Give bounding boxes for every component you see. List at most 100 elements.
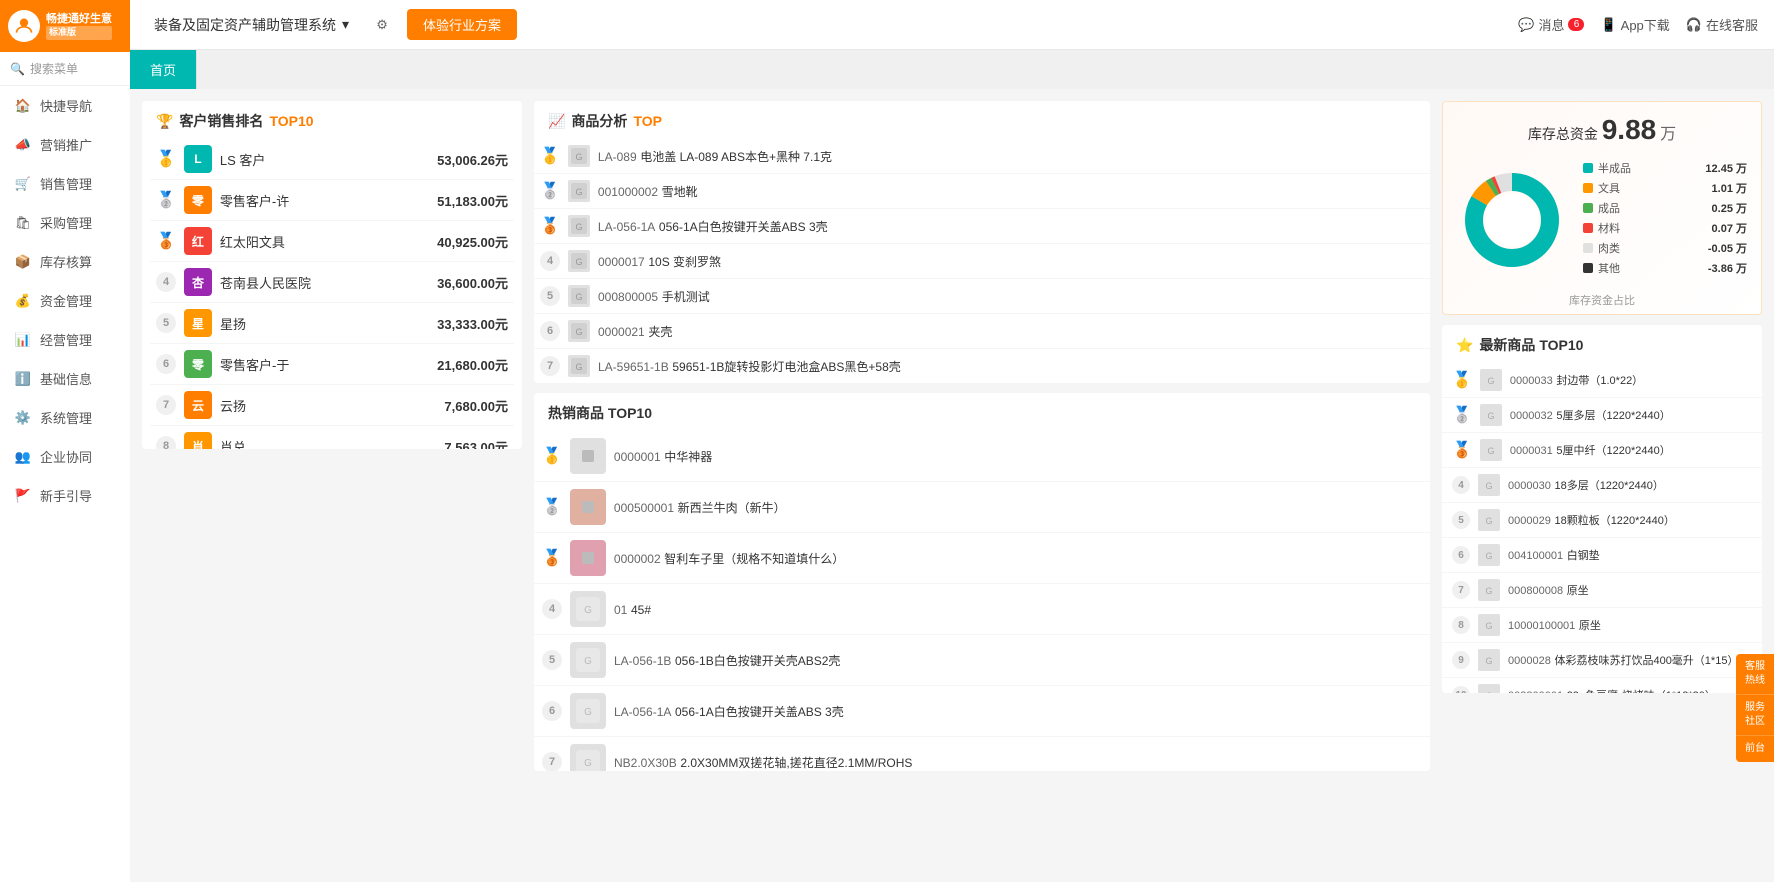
sidebar-label-quicknav: 快捷导航 bbox=[40, 96, 92, 115]
svg-text:G: G bbox=[1485, 621, 1492, 631]
new-product-thumb: G bbox=[1478, 579, 1500, 601]
legend-label: 半成品 bbox=[1598, 160, 1700, 176]
app-download-link[interactable]: 📱 App下载 bbox=[1600, 15, 1669, 34]
product-name: 056-1A白色按键开关盖ABS 3壳 bbox=[659, 220, 828, 234]
new-products-list: 🥇 G 0000033 封边带（1.0*22） 🥈 G 0000032 5厘多层… bbox=[1442, 363, 1762, 693]
svg-text:G: G bbox=[1487, 376, 1494, 386]
svg-text:G: G bbox=[1487, 446, 1494, 456]
new-product-thumb: G bbox=[1478, 614, 1500, 636]
legend-value: 0.07 万 bbox=[1712, 220, 1747, 236]
product-name: 新西兰牛肉（新牛） bbox=[678, 501, 786, 515]
new-product-name: 原坐 bbox=[1579, 620, 1601, 632]
product-thumbnail-placeholder: G bbox=[570, 591, 606, 627]
new-product-thumb: G bbox=[1480, 369, 1502, 391]
product-thumbnail-placeholder: G bbox=[570, 744, 606, 771]
sidebar-search[interactable]: 🔍 搜索菜单 bbox=[0, 52, 130, 86]
legend-dot bbox=[1583, 223, 1593, 233]
rank-item: 5 星 星扬 33,333.00元 bbox=[150, 303, 514, 344]
product-info: 0000021 夹壳 bbox=[598, 323, 1424, 340]
product-name: 59651-1B旋转投影灯电池盒ABS黑色+58壳 bbox=[672, 360, 900, 374]
product-code: 0000021 bbox=[598, 325, 645, 339]
rank-num: 7 bbox=[542, 752, 562, 771]
top-customers-card: 🏆 客户销售排名 TOP10 🥇 L LS 客户 53,006.26元 🥈 零 … bbox=[142, 101, 522, 449]
sidebar-item-basic[interactable]: ℹ️ 基础信息 bbox=[0, 359, 130, 398]
sidebar-label-inventory: 库存核算 bbox=[40, 252, 92, 271]
experience-button[interactable]: 体验行业方案 bbox=[407, 9, 517, 40]
sidebar-item-inventory[interactable]: 📦 库存核算 bbox=[0, 242, 130, 281]
legend-item: 成品 0.25 万 bbox=[1583, 200, 1747, 216]
sidebar-item-system[interactable]: ⚙️ 系统管理 bbox=[0, 398, 130, 437]
message-link[interactable]: 💬 消息 6 bbox=[1518, 15, 1584, 34]
legend-label: 成品 bbox=[1598, 200, 1707, 216]
svg-text:G: G bbox=[575, 222, 582, 232]
chart-icon: 📊 bbox=[14, 331, 32, 349]
app-download-label: App下载 bbox=[1621, 15, 1670, 34]
tab-home[interactable]: 首页 bbox=[130, 50, 197, 89]
legend-value: 1.01 万 bbox=[1712, 180, 1747, 196]
message-icon: 💬 bbox=[1518, 17, 1534, 33]
float-community[interactable]: 服务 社区 bbox=[1736, 695, 1774, 736]
megaphone-icon: 📣 bbox=[14, 136, 32, 154]
rank-list-inner: 🥇 L LS 客户 53,006.26元 🥈 零 零售客户-许 51,183.0… bbox=[142, 139, 522, 449]
sidebar-item-operations[interactable]: 📊 经营管理 bbox=[0, 320, 130, 359]
product-thumbnail bbox=[570, 540, 606, 576]
gear-icon: ⚙️ bbox=[14, 409, 32, 427]
customer-avatar: L bbox=[184, 145, 212, 173]
customer-rank-list: 🥇 L LS 客户 53,006.26元 🥈 零 零售客户-许 51,183.0… bbox=[142, 139, 522, 449]
float-hotline[interactable]: 客服 热线 bbox=[1736, 654, 1774, 695]
logo-icon bbox=[8, 10, 40, 42]
customer-value: 40,925.00元 bbox=[437, 232, 508, 251]
rank-num: 4 bbox=[540, 251, 560, 271]
page-content: 🏆 客户销售排名 TOP10 🥇 L LS 客户 53,006.26元 🥈 零 … bbox=[130, 89, 1774, 882]
hot-product-info: LA-056-1A 056-1A白色按键开关盖ABS 3壳 bbox=[614, 703, 1422, 720]
sidebar-item-marketing[interactable]: 📣 营销推广 bbox=[0, 125, 130, 164]
sidebar-item-sales[interactable]: 🛒 销售管理 bbox=[0, 164, 130, 203]
message-label: 消息 bbox=[1538, 15, 1564, 34]
rank-icon: 🥉 bbox=[542, 548, 562, 568]
product-img: G bbox=[568, 180, 590, 202]
settings-button[interactable]: ⚙ bbox=[367, 10, 397, 40]
new-products-title: ⭐ 最新商品 TOP10 bbox=[1442, 325, 1762, 363]
new-product-item: 7 G 000800008 原坐 bbox=[1442, 573, 1762, 608]
new-product-code: 0000029 bbox=[1508, 515, 1551, 527]
sidebar-item-guide[interactable]: 🚩 新手引导 bbox=[0, 476, 130, 515]
rank-num: 7 bbox=[1452, 581, 1470, 599]
medal-gold: 🥇 bbox=[156, 149, 176, 169]
sidebar-item-purchase[interactable]: 🛍 采购管理 bbox=[0, 203, 130, 242]
hot-products-list: 🥇 0000001 中华神器 🥈 000500001 新西兰牛肉（新牛） 🥉 0… bbox=[534, 431, 1430, 771]
product-name: 夹壳 bbox=[648, 325, 672, 339]
sidebar-label-purchase: 采购管理 bbox=[40, 213, 92, 232]
medal-bronze: 🥉 bbox=[156, 231, 176, 251]
product-thumbnail-placeholder: G bbox=[570, 642, 606, 678]
hot-product-item: 7 G NB2.0X30B 2.0X30MM双搓花轴,搓花直径2.1MM/ROH… bbox=[534, 737, 1430, 771]
new-products-card: ⭐ 最新商品 TOP10 🥇 G 0000033 封边带（1.0*22） 🥈 G… bbox=[1442, 325, 1762, 693]
sidebar-item-finance[interactable]: 💰 资金管理 bbox=[0, 281, 130, 320]
hot-product-info: LA-056-1B 056-1B白色按键开关壳ABS2壳 bbox=[614, 652, 1422, 669]
product-info: 001000002 雪地靴 bbox=[598, 183, 1424, 200]
svg-text:G: G bbox=[575, 257, 582, 267]
product-code: LA-59651-1B bbox=[598, 360, 669, 374]
legend-dot bbox=[1583, 163, 1593, 173]
float-front[interactable]: 前台 bbox=[1736, 736, 1774, 762]
sidebar-item-enterprise[interactable]: 👥 企业协同 bbox=[0, 437, 130, 476]
new-product-item: 6 G 004100001 白钢垫 bbox=[1442, 538, 1762, 573]
rank-item: 4 杏 苍南县人民医院 36,600.00元 bbox=[150, 262, 514, 303]
new-product-info: 0000028 体彩荔枝味苏打饮品400毫升（1*15） bbox=[1508, 652, 1752, 668]
product-code: LA-056-1A bbox=[614, 705, 671, 719]
content-area: 首页 🏆 客户销售排名 TOP10 🥇 L LS 客户 53,0 bbox=[130, 50, 1774, 882]
rank-num: 4 bbox=[1452, 476, 1470, 494]
rank-medal: 🥉 bbox=[1452, 440, 1472, 460]
online-service-link[interactable]: 🎧 在线客服 bbox=[1686, 15, 1758, 34]
rank-num: 4 bbox=[156, 272, 176, 292]
sidebar-item-quicknav[interactable]: 🏠 快捷导航 bbox=[0, 86, 130, 125]
product-code: 0000002 bbox=[614, 552, 661, 566]
product-name: 手机测试 bbox=[662, 290, 710, 304]
product-img: G bbox=[568, 285, 590, 307]
product-code: LA-089 bbox=[598, 150, 637, 164]
rank-num: 9 bbox=[1452, 651, 1470, 669]
customer-name: 零售客户-许 bbox=[220, 191, 429, 210]
customer-value: 53,006.26元 bbox=[437, 150, 508, 169]
middle-column: 📈 商品分析 TOP 🥇 G LA-089 电池盖 LA-089 ABS本色+黑… bbox=[534, 101, 1430, 870]
app-selector[interactable]: 装备及固定资产辅助管理系统 ▾ bbox=[146, 11, 357, 39]
inventory-card: 库存总资金 9.88 万 bbox=[1442, 101, 1762, 315]
